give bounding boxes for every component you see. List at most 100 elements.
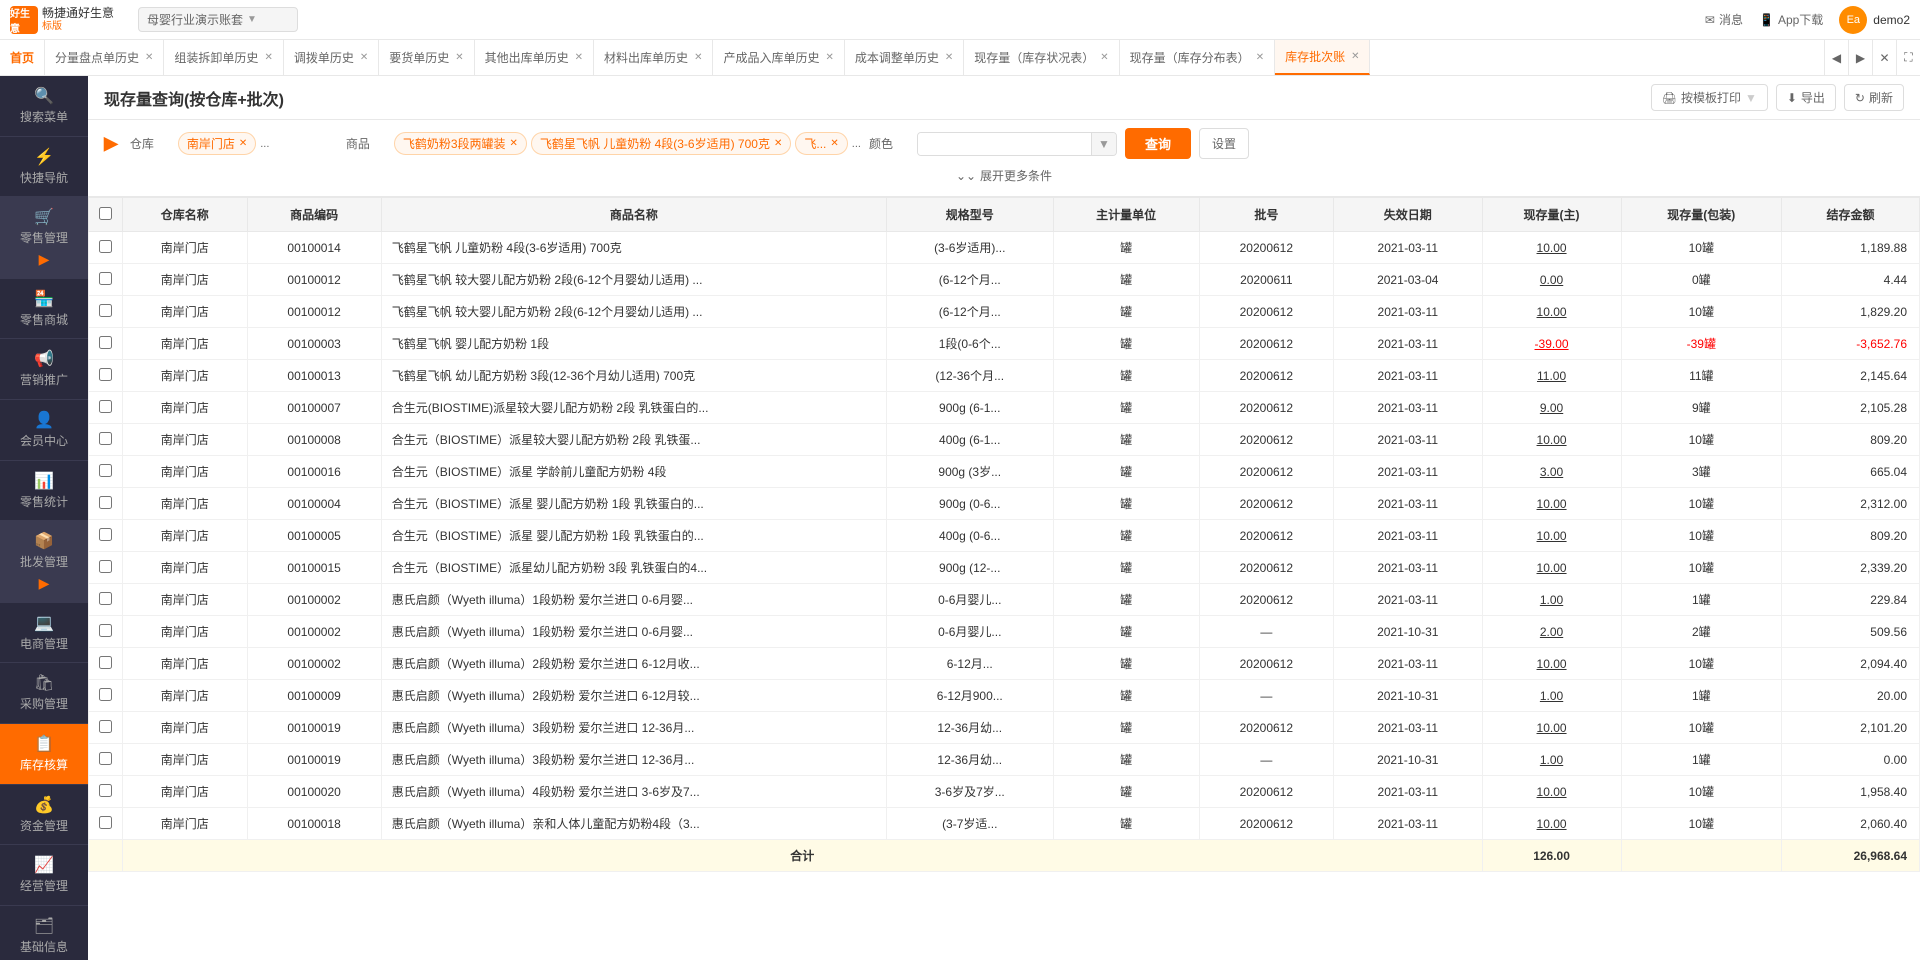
close-icon[interactable]: ✕ (1256, 52, 1264, 63)
tab-stock-batch[interactable]: 库存批次账 ✕ (1275, 40, 1370, 75)
qty-link[interactable]: 10.00 (1537, 305, 1567, 319)
qty-link[interactable]: 1.00 (1540, 593, 1563, 607)
user-profile[interactable]: Ea demo2 (1839, 6, 1910, 34)
row-checkbox[interactable] (99, 432, 112, 445)
nav-close-tab[interactable]: ✕ (1872, 40, 1896, 76)
remove-product-tag-1-icon[interactable]: ✕ (510, 138, 518, 149)
tab-goods-request[interactable]: 要货单历史 ✕ (379, 40, 474, 75)
select-all-checkbox[interactable] (99, 207, 112, 220)
nav-maximize[interactable]: ⛶ (1896, 40, 1920, 76)
sidebar-item-purchase[interactable]: 🛍 采购管理 (0, 663, 88, 724)
filter-expand-arrow[interactable]: ▶ (104, 133, 118, 154)
tab-cost-adjust[interactable]: 成本调整单历史 ✕ (845, 40, 964, 75)
color-dropdown-icon[interactable]: ▼ (1091, 133, 1116, 155)
qty-link[interactable]: 10.00 (1537, 561, 1567, 575)
app-download-btn[interactable]: 📱 App下载 (1759, 11, 1823, 28)
expand-btn[interactable]: ⌄⌄ 展开更多条件 (956, 167, 1052, 184)
color-input[interactable] (918, 133, 1091, 155)
qty-link[interactable]: 10.00 (1537, 241, 1567, 255)
qty-link[interactable]: 1.00 (1540, 753, 1563, 767)
nav-left-arrow[interactable]: ◀ (1824, 40, 1848, 76)
row-checkbox[interactable] (99, 464, 112, 477)
qty-link[interactable]: 9.00 (1540, 401, 1563, 415)
close-icon[interactable]: ✕ (575, 52, 583, 63)
nav-right-arrow[interactable]: ▶ (1848, 40, 1872, 76)
qty-link[interactable]: 2.00 (1540, 625, 1563, 639)
sidebar-item-inventory[interactable]: 📋 库存核算 (0, 724, 88, 785)
close-icon[interactable]: ✕ (1351, 51, 1359, 62)
row-checkbox[interactable] (99, 656, 112, 669)
row-checkbox[interactable] (99, 304, 112, 317)
tab-home[interactable]: 首页 (0, 40, 45, 75)
qty-link[interactable]: 10.00 (1537, 657, 1567, 671)
tab-pick[interactable]: 调拨单历史 ✕ (284, 40, 379, 75)
tab-stock-dist[interactable]: 现存量（库存分布表） ✕ (1120, 40, 1275, 75)
remove-product-tag-2-icon[interactable]: ✕ (774, 138, 782, 149)
close-icon[interactable]: ✕ (264, 52, 272, 63)
print-btn[interactable]: 🖨 按模板打印 ▼ (1651, 84, 1768, 111)
qty-link[interactable]: 1.00 (1540, 689, 1563, 703)
row-checkbox[interactable] (99, 496, 112, 509)
row-checkbox[interactable] (99, 752, 112, 765)
sidebar-item-member[interactable]: 👤 会员中心 (0, 400, 88, 461)
sidebar-item-quick-nav[interactable]: ⚡ 快捷导航 (0, 137, 88, 198)
qty-link[interactable]: 10.00 (1537, 721, 1567, 735)
sidebar-item-ecommerce[interactable]: 💻 电商管理 (0, 603, 88, 664)
tab-stock-status[interactable]: 现存量（库存状况表） ✕ (964, 40, 1119, 75)
qty-link[interactable]: 10.00 (1537, 497, 1567, 511)
row-checkbox[interactable] (99, 240, 112, 253)
row-checkbox[interactable] (99, 560, 112, 573)
qty-link[interactable]: 10.00 (1537, 529, 1567, 543)
sidebar-item-retail-stats[interactable]: 📊 零售统计 (0, 461, 88, 522)
row-checkbox[interactable] (99, 816, 112, 829)
message-btn[interactable]: ✉ 消息 (1705, 11, 1743, 28)
sidebar-item-retail-mgmt[interactable]: 🛒 零售管理 ▶ (0, 197, 88, 279)
remove-product-tag-more-icon[interactable]: ✕ (830, 138, 838, 149)
qty-link[interactable]: 3.00 (1540, 465, 1563, 479)
tab-material-out[interactable]: 材料出库单历史 ✕ (594, 40, 713, 75)
close-icon[interactable]: ✕ (945, 52, 953, 63)
sidebar-item-retail-mall[interactable]: 🏪 零售商城 (0, 279, 88, 340)
tab-other-out[interactable]: 其他出库单历史 ✕ (475, 40, 594, 75)
product-more[interactable]: ... (852, 138, 861, 150)
sidebar-item-finance[interactable]: 💰 资金管理 (0, 785, 88, 846)
row-checkbox[interactable] (99, 784, 112, 797)
remove-warehouse-tag-icon[interactable]: ✕ (239, 138, 247, 149)
tab-product-in[interactable]: 产成品入库单历史 ✕ (713, 40, 844, 75)
qty-link[interactable]: 10.00 (1537, 817, 1567, 831)
sidebar-item-search[interactable]: 🔍 搜索菜单 (0, 76, 88, 137)
row-checkbox[interactable] (99, 624, 112, 637)
close-icon[interactable]: ✕ (825, 52, 833, 63)
close-icon[interactable]: ✕ (694, 52, 702, 63)
qty-link[interactable]: -39.00 (1535, 337, 1569, 351)
close-icon[interactable]: ✕ (455, 52, 463, 63)
industry-selector[interactable]: 母婴行业演示账套 ▼ (138, 7, 298, 32)
row-checkbox[interactable] (99, 720, 112, 733)
export-btn[interactable]: ⬇ 导出 (1776, 84, 1836, 111)
row-checkbox[interactable] (99, 368, 112, 381)
close-icon[interactable]: ✕ (145, 52, 153, 63)
tab-combo[interactable]: 组装拆卸单历史 ✕ (164, 40, 283, 75)
sidebar-item-base-info[interactable]: 🗂 基础信息 (0, 906, 88, 960)
sidebar-item-operations[interactable]: 📈 经营管理 (0, 845, 88, 906)
refresh-btn[interactable]: ↻ 刷新 (1844, 84, 1904, 111)
qty-link[interactable]: 10.00 (1537, 433, 1567, 447)
table-container[interactable]: 仓库名称 商品编码 商品名称 规格型号 主计量单位 批号 失效日期 现存量(主)… (88, 197, 1920, 960)
sidebar-item-batch-mgmt[interactable]: 📦 批发管理 ▶ (0, 521, 88, 603)
qty-link[interactable]: 0.00 (1540, 273, 1563, 287)
row-checkbox[interactable] (99, 592, 112, 605)
close-icon[interactable]: ✕ (1100, 52, 1108, 63)
settings-button[interactable]: 设置 (1199, 128, 1249, 159)
sidebar-item-marketing[interactable]: 📢 营销推广 (0, 339, 88, 400)
close-icon[interactable]: ✕ (360, 52, 368, 63)
row-checkbox[interactable] (99, 528, 112, 541)
row-checkbox[interactable] (99, 336, 112, 349)
tab-split-tray[interactable]: 分量盘点单历史 ✕ (45, 40, 164, 75)
qty-link[interactable]: 11.00 (1537, 369, 1566, 383)
row-checkbox[interactable] (99, 272, 112, 285)
query-button[interactable]: 查询 (1125, 128, 1191, 159)
row-checkbox[interactable] (99, 688, 112, 701)
warehouse-more[interactable]: ... (260, 138, 269, 150)
qty-link[interactable]: 10.00 (1537, 785, 1567, 799)
row-checkbox[interactable] (99, 400, 112, 413)
